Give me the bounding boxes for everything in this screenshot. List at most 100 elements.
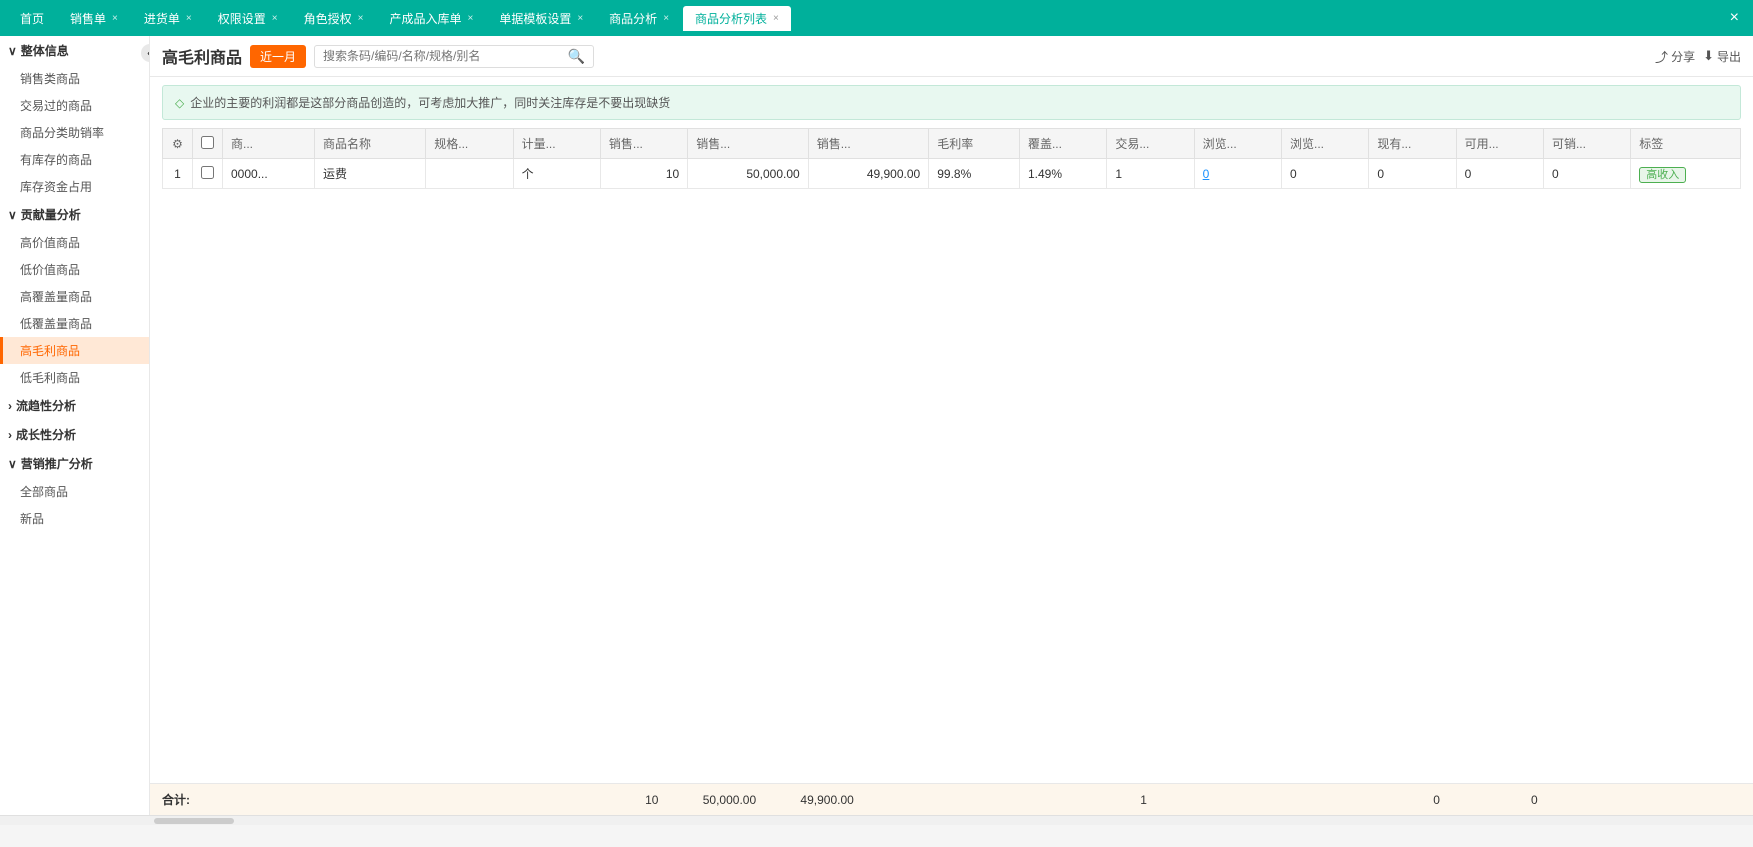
sidebar-item-high-margin[interactable]: 高毛利商品 bbox=[0, 337, 149, 364]
th-sales-amount: 销售... bbox=[688, 129, 809, 159]
scrollbar-thumb[interactable] bbox=[154, 818, 234, 824]
row-coverage: 1.49% bbox=[1019, 159, 1106, 189]
info-icon: ◇ bbox=[175, 96, 184, 110]
tab-role-auth[interactable]: 角色授权 × bbox=[292, 6, 376, 31]
tab-close-icon[interactable]: × bbox=[186, 13, 192, 24]
sidebar-item-low-margin[interactable]: 低毛利商品 bbox=[0, 364, 149, 391]
th-sales-gross: 销售... bbox=[808, 129, 929, 159]
th-settings[interactable]: ⚙ bbox=[163, 129, 193, 159]
tab-home[interactable]: 首页 bbox=[8, 6, 56, 31]
row-current: 0 bbox=[1369, 159, 1456, 189]
sidebar-section-contribution[interactable]: ∨ 贡献量分析 bbox=[0, 200, 149, 229]
tab-close-icon[interactable]: × bbox=[358, 13, 364, 24]
row-spec bbox=[426, 159, 513, 189]
sidebar-item-high-coverage[interactable]: 高覆盖量商品 bbox=[0, 283, 149, 310]
row-sales-gross: 49,900.00 bbox=[808, 159, 929, 189]
period-button[interactable]: 近一月 bbox=[250, 45, 306, 68]
total-tag bbox=[1643, 793, 1741, 807]
sidebar-item-sales-products[interactable]: 销售类商品 bbox=[0, 65, 149, 92]
content-header: 高毛利商品 近一月 🔍 ⤴ 分享 ⬇ 导出 bbox=[150, 36, 1753, 77]
tab-sales-order[interactable]: 销售单 × bbox=[58, 6, 130, 31]
share-button[interactable]: ⤴ 分享 bbox=[1655, 47, 1695, 66]
total-browse2 bbox=[1253, 793, 1351, 807]
sidebar-section-trend[interactable]: › 流趋性分析 bbox=[0, 391, 149, 420]
table-container: ⚙ 商... 商品名称 规格... 计量... 销售... 销售... 销售..… bbox=[162, 128, 1741, 783]
sidebar-section-marketing[interactable]: ∨ 营销推广分析 bbox=[0, 449, 149, 478]
row-browse1[interactable]: 0 bbox=[1194, 159, 1281, 189]
row-select-checkbox[interactable] bbox=[201, 166, 214, 179]
row-tag: 高收入 bbox=[1631, 159, 1741, 189]
total-sales-qty: 10 bbox=[569, 793, 667, 807]
th-code: 商... bbox=[223, 129, 315, 159]
share-icon: ⤴ bbox=[1655, 47, 1668, 66]
th-unit: 计量... bbox=[513, 129, 600, 159]
tab-close-icon[interactable]: × bbox=[577, 13, 583, 24]
th-browse2: 浏览... bbox=[1281, 129, 1368, 159]
tab-product-analysis[interactable]: 商品分析 × bbox=[597, 6, 681, 31]
tab-purchase-order[interactable]: 进货单 × bbox=[132, 6, 204, 31]
search-input[interactable] bbox=[323, 49, 564, 63]
content-area: 高毛利商品 近一月 🔍 ⤴ 分享 ⬇ 导出 ◇ 企业的主要的利润都是这部分商品创… bbox=[150, 36, 1753, 815]
row-trade: 1 bbox=[1107, 159, 1194, 189]
close-all-tabs-button[interactable]: × bbox=[1724, 9, 1745, 27]
tab-permission-settings[interactable]: 权限设置 × bbox=[206, 6, 290, 31]
row-sales-qty: 10 bbox=[600, 159, 687, 189]
table-header-row: ⚙ 商... 商品名称 规格... 计量... 销售... 销售... 销售..… bbox=[163, 129, 1741, 159]
total-sales-amount: 50,000.00 bbox=[666, 793, 764, 807]
row-number: 1 bbox=[163, 159, 193, 189]
tab-close-icon[interactable]: × bbox=[112, 13, 118, 24]
row-checkbox[interactable] bbox=[193, 159, 223, 189]
search-box[interactable]: 🔍 bbox=[314, 45, 594, 68]
tab-close-icon[interactable]: × bbox=[773, 13, 779, 24]
main-layout: « ∨ 整体信息 销售类商品 交易过的商品 商品分类助销率 有库存的商品 库存资… bbox=[0, 36, 1753, 815]
total-sellable bbox=[1546, 793, 1644, 807]
top-nav: 首页 销售单 × 进货单 × 权限设置 × 角色授权 × 产成品入库单 × 单据… bbox=[0, 0, 1753, 36]
horizontal-scrollbar[interactable] bbox=[0, 815, 1753, 825]
total-label: 合计: bbox=[162, 791, 190, 808]
th-checkbox[interactable] bbox=[193, 129, 223, 159]
sidebar-item-stock-capital[interactable]: 库存资金占用 bbox=[0, 173, 149, 200]
info-banner: ◇ 企业的主要的利润都是这部分商品创造的，可考虑加大推广，同时关注库存是不要出现… bbox=[162, 85, 1741, 120]
th-name: 商品名称 bbox=[314, 129, 425, 159]
th-current: 现有... bbox=[1369, 129, 1456, 159]
tab-finished-goods[interactable]: 产成品入库单 × bbox=[377, 6, 485, 31]
row-sellable: 0 bbox=[1543, 159, 1630, 189]
sidebar-item-all-products[interactable]: 全部商品 bbox=[0, 478, 149, 505]
total-browse1 bbox=[1155, 793, 1253, 807]
th-sales-qty: 销售... bbox=[600, 129, 687, 159]
tab-close-icon[interactable]: × bbox=[272, 13, 278, 24]
table-body: 1 0000... 运费 个 10 50,000.00 49,900.00 99… bbox=[163, 159, 1741, 189]
row-available: 0 bbox=[1456, 159, 1543, 189]
header-actions: ⤴ 分享 ⬇ 导出 bbox=[1655, 47, 1741, 66]
total-current: 0 bbox=[1350, 793, 1448, 807]
th-browse1: 浏览... bbox=[1194, 129, 1281, 159]
th-spec: 规格... bbox=[426, 129, 513, 159]
sidebar-item-low-coverage[interactable]: 低覆盖量商品 bbox=[0, 310, 149, 337]
sidebar-item-traded-products[interactable]: 交易过的商品 bbox=[0, 92, 149, 119]
sidebar-item-new-products[interactable]: 新品 bbox=[0, 505, 149, 532]
sidebar-section-overall-info[interactable]: ∨ 整体信息 bbox=[0, 36, 149, 65]
tab-template-settings[interactable]: 单据模板设置 × bbox=[487, 6, 595, 31]
sidebar-item-high-value[interactable]: 高价值商品 bbox=[0, 229, 149, 256]
total-available: 0 bbox=[1448, 793, 1546, 807]
sidebar-item-stocked-products[interactable]: 有库存的商品 bbox=[0, 146, 149, 173]
total-coverage bbox=[960, 793, 1058, 807]
row-name: 运费 bbox=[314, 159, 425, 189]
sidebar-item-category-rate[interactable]: 商品分类助销率 bbox=[0, 119, 149, 146]
sidebar-section-growth[interactable]: › 成长性分析 bbox=[0, 420, 149, 449]
th-trade: 交易... bbox=[1107, 129, 1194, 159]
sidebar-item-low-value[interactable]: 低价值商品 bbox=[0, 256, 149, 283]
select-all-checkbox[interactable] bbox=[201, 136, 214, 149]
total-values: 10 50,000.00 49,900.00 1 0 0 bbox=[210, 793, 1741, 807]
row-browse2: 0 bbox=[1281, 159, 1368, 189]
row-code: 0000... bbox=[223, 159, 315, 189]
export-button[interactable]: ⬇ 导出 bbox=[1703, 47, 1741, 66]
data-table: ⚙ 商... 商品名称 规格... 计量... 销售... 销售... 销售..… bbox=[162, 128, 1741, 189]
search-icon[interactable]: 🔍 bbox=[568, 48, 585, 65]
tab-close-icon[interactable]: × bbox=[663, 13, 669, 24]
tab-product-analysis-list[interactable]: 商品分析列表 × bbox=[683, 6, 791, 31]
total-gross-rate bbox=[862, 793, 960, 807]
total-sales-gross: 49,900.00 bbox=[764, 793, 862, 807]
tab-close-icon[interactable]: × bbox=[467, 13, 473, 24]
th-coverage: 覆盖... bbox=[1019, 129, 1106, 159]
